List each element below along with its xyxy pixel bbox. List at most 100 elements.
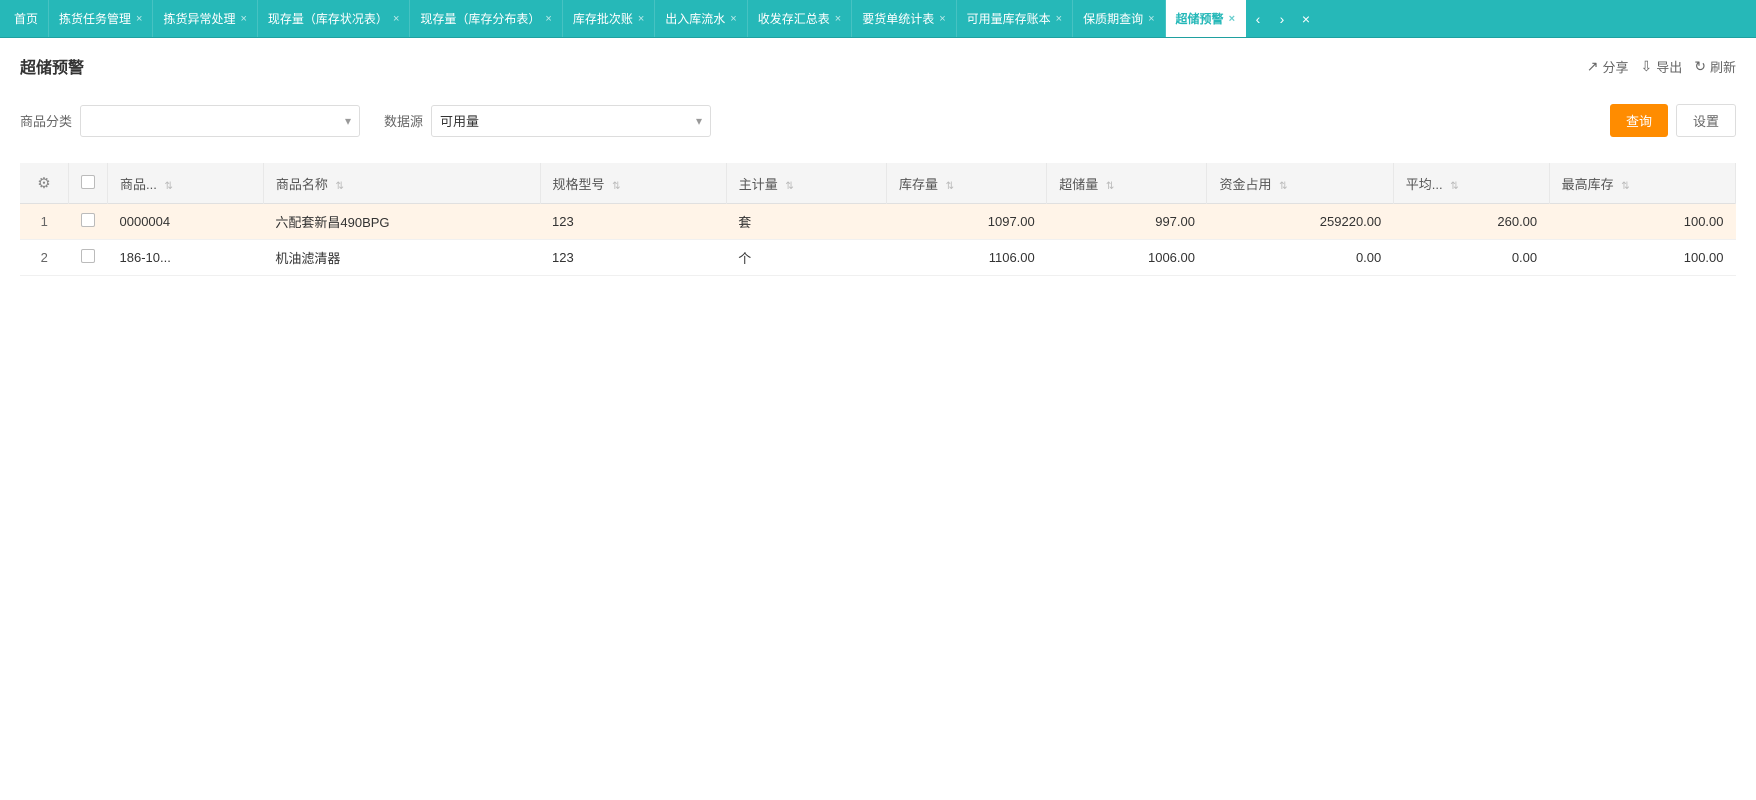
nav-tab-batch-close[interactable]: × bbox=[638, 13, 644, 25]
refresh-icon: ↻ bbox=[1694, 58, 1706, 75]
nav-tab-avail-close[interactable]: × bbox=[1056, 13, 1062, 25]
nav-tab-inout[interactable]: 出入库流水 × bbox=[655, 0, 747, 38]
th-spec[interactable]: 规格型号 ⇅ bbox=[540, 163, 726, 204]
nav-tab-avail[interactable]: 可用量库存账本 × bbox=[957, 0, 1073, 38]
nav-tab-overstock-close[interactable]: × bbox=[1229, 13, 1235, 25]
export-button[interactable]: ⇩ 导出 bbox=[1641, 57, 1683, 76]
row-overstock: 997.00 bbox=[1047, 204, 1207, 240]
query-button[interactable]: 查询 bbox=[1610, 104, 1668, 137]
th-product-code[interactable]: 商品... ⇅ bbox=[108, 163, 264, 204]
sort-overstock-icon: ⇅ bbox=[1106, 181, 1114, 192]
nav-tab-inout-label: 出入库流水 bbox=[665, 10, 725, 27]
nav-more-arrow[interactable]: × bbox=[1294, 0, 1318, 38]
row-product-name: 六配套新昌490BPG bbox=[263, 204, 540, 240]
th-avg[interactable]: 平均... ⇅ bbox=[1393, 163, 1549, 204]
th-unit-label: 主计量 bbox=[739, 177, 778, 192]
row-avg: 260.00 bbox=[1393, 204, 1549, 240]
nav-tab-overstock[interactable]: 超储预警 × bbox=[1166, 0, 1246, 38]
row-checkbox-cell[interactable] bbox=[69, 204, 108, 240]
nav-tab-batch[interactable]: 库存批次账 × bbox=[563, 0, 655, 38]
nav-tab-stock-status[interactable]: 现存量（库存状况表） × bbox=[258, 0, 410, 38]
nav-tab-quality-close[interactable]: × bbox=[1148, 13, 1154, 25]
top-nav: 首页 拣货任务管理 × 拣货异常处理 × 现存量（库存状况表） × 现存量（库存… bbox=[0, 0, 1756, 38]
nav-tab-quality-label: 保质期查询 bbox=[1083, 10, 1143, 27]
nav-tab-abnormal-close[interactable]: × bbox=[240, 13, 246, 25]
table-row[interactable]: 1 0000004 六配套新昌490BPG 123 套 1097.00 997.… bbox=[20, 204, 1736, 240]
nav-tab-quality[interactable]: 保质期查询 × bbox=[1073, 0, 1165, 38]
datasource-select[interactable]: 可用量 ▾ bbox=[431, 105, 711, 137]
settings-button[interactable]: 设置 bbox=[1676, 104, 1736, 137]
nav-tab-stock-dist-close[interactable]: × bbox=[545, 13, 551, 25]
page-title: 超储预警 bbox=[20, 54, 84, 78]
sort-capital-icon: ⇅ bbox=[1279, 181, 1287, 192]
row-stock: 1097.00 bbox=[887, 204, 1047, 240]
share-button[interactable]: ↗ 分享 bbox=[1587, 57, 1629, 76]
nav-tab-avail-label: 可用量库存账本 bbox=[967, 10, 1051, 27]
nav-next-arrow[interactable]: › bbox=[1270, 0, 1294, 38]
nav-tab-task[interactable]: 拣货任务管理 × bbox=[49, 0, 153, 38]
nav-tab-stock-dist[interactable]: 现存量（库存分布表） × bbox=[410, 0, 562, 38]
select-all-checkbox[interactable] bbox=[81, 175, 95, 189]
table-header: ⚙ 商品... ⇅ 商品名称 ⇅ 规格型号 ⇅ 主计量 bbox=[20, 163, 1736, 204]
nav-tab-stock-dist-label: 现存量（库存分布表） bbox=[420, 10, 540, 27]
row-capital: 0.00 bbox=[1207, 240, 1393, 276]
row-capital: 259220.00 bbox=[1207, 204, 1393, 240]
nav-tab-home-label: 首页 bbox=[14, 10, 38, 27]
page-header: 超储预警 ↗ 分享 ⇩ 导出 ↻ 刷新 bbox=[20, 54, 1736, 78]
nav-prev-arrow[interactable]: ‹ bbox=[1246, 0, 1270, 38]
th-unit[interactable]: 主计量 ⇅ bbox=[726, 163, 886, 204]
th-overstock[interactable]: 超储量 ⇅ bbox=[1047, 163, 1207, 204]
row-avg: 0.00 bbox=[1393, 240, 1549, 276]
nav-tab-order-stat[interactable]: 要货单统计表 × bbox=[852, 0, 956, 38]
th-capital[interactable]: 资金占用 ⇅ bbox=[1207, 163, 1393, 204]
sort-product-code-icon: ⇅ bbox=[164, 181, 172, 192]
nav-tab-batch-label: 库存批次账 bbox=[573, 10, 633, 27]
row-checkbox[interactable] bbox=[81, 213, 95, 227]
th-product-code-label: 商品... bbox=[120, 177, 157, 192]
row-max-stock: 100.00 bbox=[1549, 240, 1735, 276]
row-product-code: 0000004 bbox=[108, 204, 264, 240]
th-select-all[interactable] bbox=[69, 163, 108, 204]
nav-tab-inout-close[interactable]: × bbox=[730, 13, 736, 25]
sort-stock-icon: ⇅ bbox=[946, 181, 954, 192]
row-checkbox[interactable] bbox=[81, 249, 95, 263]
data-table: ⚙ 商品... ⇅ 商品名称 ⇅ 规格型号 ⇅ 主计量 bbox=[20, 163, 1736, 276]
sort-unit-icon: ⇅ bbox=[785, 181, 793, 192]
share-icon: ↗ bbox=[1587, 58, 1599, 75]
row-checkbox-cell[interactable] bbox=[69, 240, 108, 276]
category-arrow-icon: ▾ bbox=[345, 114, 351, 128]
nav-tab-task-close[interactable]: × bbox=[136, 13, 142, 25]
export-icon: ⇩ bbox=[1641, 58, 1653, 75]
row-overstock: 1006.00 bbox=[1047, 240, 1207, 276]
th-avg-label: 平均... bbox=[1406, 177, 1443, 192]
filter-bar: 商品分类 ▾ 数据源 可用量 ▾ 查询 设置 bbox=[20, 94, 1736, 147]
nav-tab-collect-close[interactable]: × bbox=[835, 13, 841, 25]
th-max-stock-label: 最高库存 bbox=[1562, 177, 1614, 192]
nav-tab-collect[interactable]: 收发存汇总表 × bbox=[748, 0, 852, 38]
th-gear[interactable]: ⚙ bbox=[20, 163, 69, 204]
row-index: 2 bbox=[20, 240, 69, 276]
row-stock: 1106.00 bbox=[887, 240, 1047, 276]
category-label: 商品分类 bbox=[20, 111, 72, 130]
nav-tab-abnormal-label: 拣货异常处理 bbox=[163, 10, 235, 27]
row-spec: 123 bbox=[540, 240, 726, 276]
nav-tab-stock-status-close[interactable]: × bbox=[393, 13, 399, 25]
th-stock[interactable]: 库存量 ⇅ bbox=[887, 163, 1047, 204]
th-spec-label: 规格型号 bbox=[553, 177, 605, 192]
category-select[interactable]: ▾ bbox=[80, 105, 360, 137]
table-row[interactable]: 2 186-10... 机油滤清器 123 个 1106.00 1006.00 … bbox=[20, 240, 1736, 276]
sort-product-name-icon: ⇅ bbox=[336, 181, 344, 192]
nav-tab-abnormal[interactable]: 拣货异常处理 × bbox=[153, 0, 257, 38]
datasource-arrow-icon: ▾ bbox=[696, 114, 702, 128]
nav-tab-task-label: 拣货任务管理 bbox=[59, 10, 131, 27]
th-max-stock[interactable]: 最高库存 ⇅ bbox=[1549, 163, 1735, 204]
nav-tab-order-stat-close[interactable]: × bbox=[939, 13, 945, 25]
nav-tab-home[interactable]: 首页 bbox=[4, 0, 49, 38]
export-label: 导出 bbox=[1656, 57, 1682, 76]
refresh-button[interactable]: ↻ 刷新 bbox=[1694, 57, 1736, 76]
th-product-name[interactable]: 商品名称 ⇅ bbox=[263, 163, 540, 204]
column-settings-icon[interactable]: ⚙ bbox=[32, 171, 56, 195]
row-unit: 个 bbox=[726, 240, 886, 276]
row-product-name: 机油滤清器 bbox=[263, 240, 540, 276]
row-max-stock: 100.00 bbox=[1549, 204, 1735, 240]
